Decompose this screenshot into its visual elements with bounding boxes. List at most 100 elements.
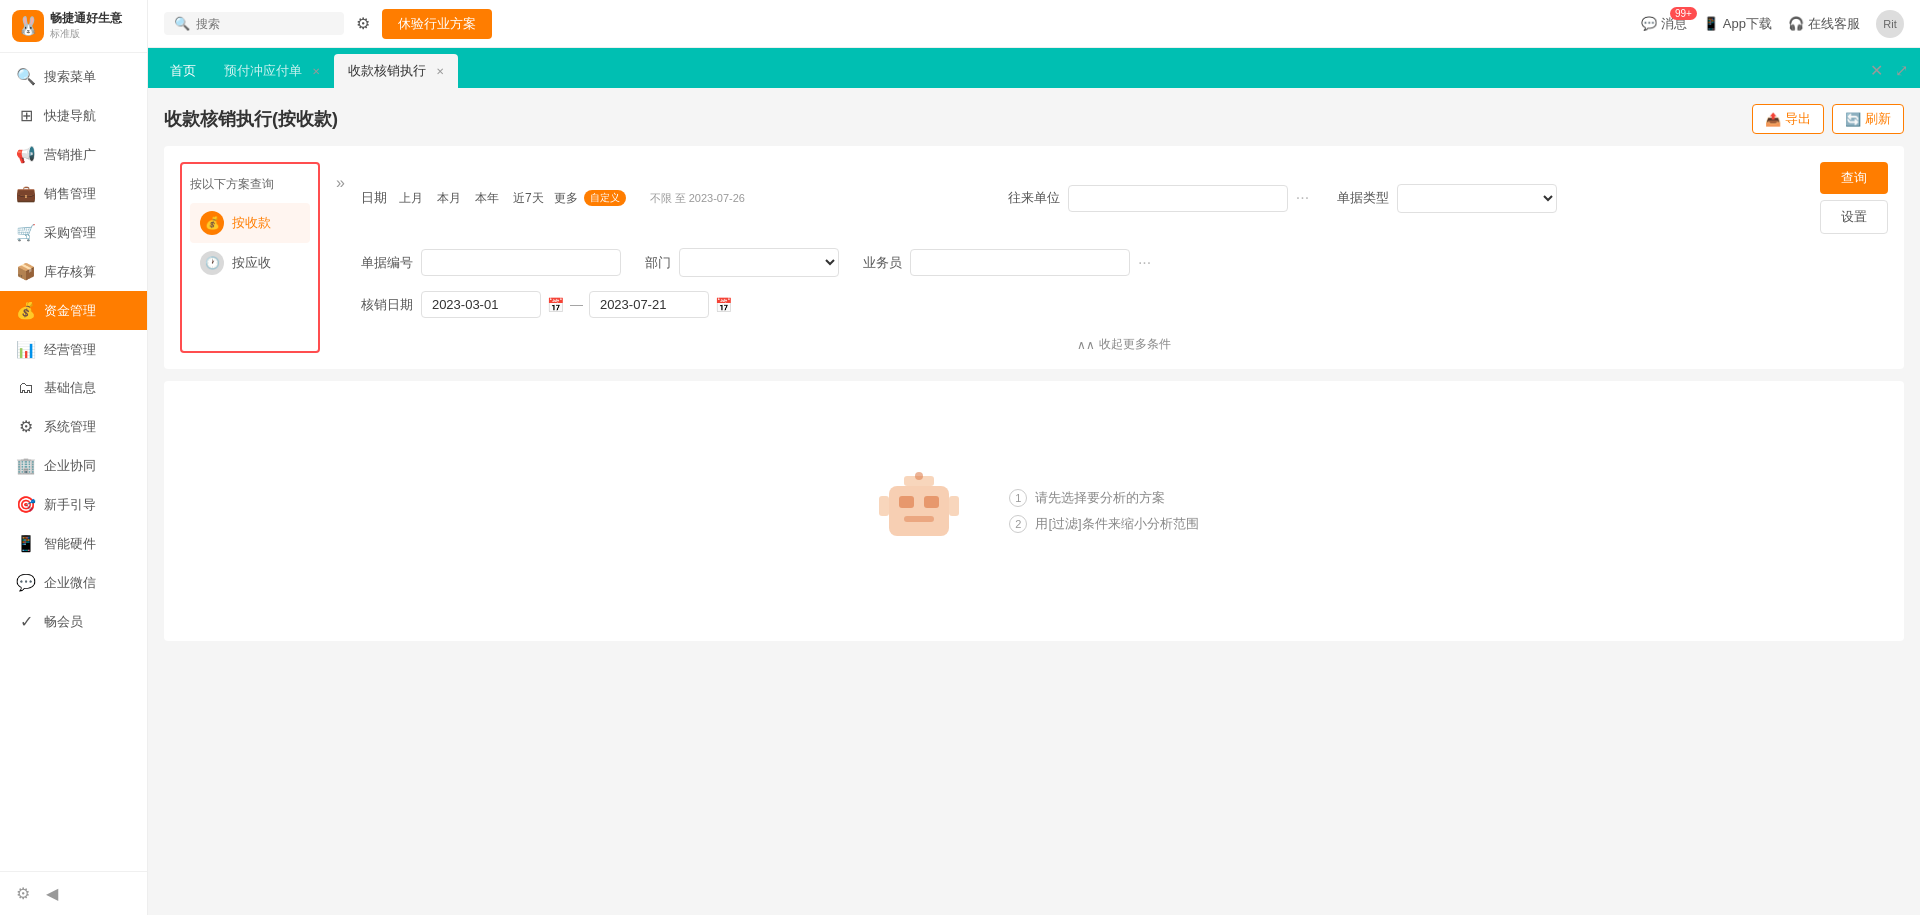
- docno-label: 单据编号: [361, 254, 413, 272]
- sidebar-item-system[interactable]: ⚙ 系统管理: [0, 407, 147, 446]
- verify-date-end-input[interactable]: [589, 291, 709, 318]
- sidebar-item-guide[interactable]: 🎯 新手引导: [0, 485, 147, 524]
- wechat-icon: 💬: [16, 573, 36, 592]
- dept-select[interactable]: [679, 248, 839, 277]
- industry-btn[interactable]: 休验行业方案: [382, 9, 492, 39]
- sidebar-item-member[interactable]: ✓ 畅会员: [0, 602, 147, 641]
- sidebar-item-sales[interactable]: 💼 销售管理: [0, 174, 147, 213]
- filter-option-receivable-label: 按应收: [232, 254, 271, 272]
- sidebar-item-hardware[interactable]: 📱 智能硬件: [0, 524, 147, 563]
- system-icon: ⚙: [16, 417, 36, 436]
- filter-dept-field: 部门: [645, 248, 839, 277]
- guide-icon: 🎯: [16, 495, 36, 514]
- date-more[interactable]: 更多: [554, 190, 578, 207]
- sidebar-item-enterprise[interactable]: 🏢 企业协同: [0, 446, 147, 485]
- setting-btn[interactable]: 设置: [1820, 200, 1888, 234]
- partner-input[interactable]: [1068, 185, 1288, 212]
- empty-step-2: 2 用[过滤]条件来缩小分析范围: [1009, 515, 1198, 533]
- sidebar-item-label-quick: 快捷导航: [44, 107, 96, 125]
- sidebar-item-label-inventory: 库存核算: [44, 263, 96, 281]
- gear-icon[interactable]: ⚙: [356, 14, 370, 33]
- message-btn[interactable]: 💬 消息 99+: [1641, 15, 1687, 33]
- online-service-btn[interactable]: 🎧 在线客服: [1788, 15, 1860, 33]
- collapse-sidebar-icon[interactable]: ◀: [46, 884, 58, 903]
- collapse-more-icon: ∧∧: [1077, 338, 1095, 352]
- date-this-month[interactable]: 本月: [433, 188, 465, 209]
- filter-docno-field: 单据编号: [361, 249, 621, 276]
- enterprise-icon: 🏢: [16, 456, 36, 475]
- logo-area: 🐰 畅捷通好生意 标准版: [0, 0, 147, 53]
- verify-date-label: 核销日期: [361, 296, 413, 314]
- sidebar-item-purchase[interactable]: 🛒 采购管理: [0, 213, 147, 252]
- empty-text-container: 1 请先选择要分析的方案 2 用[过滤]条件来缩小分析范围: [1009, 489, 1198, 533]
- date-custom-badge[interactable]: 自定义: [584, 190, 626, 206]
- filter-sidebar: 按以下方案查询 💰 按收款 🕐 按应收: [180, 162, 320, 353]
- tab-prepay[interactable]: 预付冲应付单 ✕: [210, 54, 334, 88]
- sidebar-item-quick[interactable]: ⊞ 快捷导航: [0, 96, 147, 135]
- verify-date-end-cal-icon[interactable]: 📅: [715, 297, 732, 313]
- user-avatar[interactable]: Rit: [1876, 10, 1904, 38]
- filter-verify-date-field: 核销日期 📅 — 📅: [361, 291, 732, 318]
- verify-date-start-cal-icon[interactable]: 📅: [547, 297, 564, 313]
- filter-option-receipt-icon: 💰: [200, 211, 224, 235]
- app-download-btn[interactable]: 📱 App下载: [1703, 15, 1772, 33]
- sidebar-item-inventory[interactable]: 📦 库存核算: [0, 252, 147, 291]
- user-name: Rit: [1883, 18, 1896, 30]
- doctype-select[interactable]: [1397, 184, 1557, 213]
- app-title: 畅捷通好生意: [50, 11, 122, 27]
- tab-verify-close[interactable]: ✕: [436, 66, 444, 77]
- sidebar-item-label-operation: 经营管理: [44, 341, 96, 359]
- date-this-year[interactable]: 本年: [471, 188, 503, 209]
- staff-input[interactable]: [910, 249, 1130, 276]
- export-btn[interactable]: 📤 导出: [1752, 104, 1824, 134]
- refresh-btn[interactable]: 🔄 刷新: [1832, 104, 1904, 134]
- message-badge: 99+: [1670, 7, 1697, 20]
- search-input[interactable]: [196, 17, 334, 31]
- robot-svg: [869, 461, 969, 561]
- sales-icon: 💼: [16, 184, 36, 203]
- collapse-more-btn[interactable]: ∧∧ 收起更多条件: [361, 336, 1888, 353]
- filter-staff-field: 业务员 ···: [863, 249, 1155, 276]
- sidebar-item-operation[interactable]: 📊 经营管理: [0, 330, 147, 369]
- page-title: 收款核销执行(按收款): [164, 107, 338, 131]
- filter-date-field: 日期 上月 本月 本年 近7天 更多 自定义: [361, 188, 626, 209]
- sidebar-item-label-wechat: 企业微信: [44, 574, 96, 592]
- empty-content: 1 请先选择要分析的方案 2 用[过滤]条件来缩小分析范围: [869, 461, 1198, 561]
- page-header: 收款核销执行(按收款) 📤 导出 🔄 刷新: [164, 104, 1904, 134]
- tab-close-all-btn[interactable]: ✕: [1866, 57, 1887, 84]
- sidebar-item-marketing[interactable]: 📢 营销推广: [0, 135, 147, 174]
- filter-option-by-receipt[interactable]: 💰 按收款: [190, 203, 310, 243]
- app-download-label: App下载: [1723, 15, 1772, 33]
- sidebar-item-search[interactable]: 🔍 搜索菜单: [0, 57, 147, 96]
- sidebar-item-label-marketing: 营销推广: [44, 146, 96, 164]
- empty-illustration: [869, 461, 969, 561]
- content-area: 收款核销执行(按收款) 📤 导出 🔄 刷新 按以下方案查询 💰 按收款: [148, 88, 1920, 915]
- date-7days[interactable]: 近7天: [509, 188, 548, 209]
- date-last-month[interactable]: 上月: [395, 188, 427, 209]
- sidebar-item-basic[interactable]: 🗂 基础信息: [0, 369, 147, 407]
- settings-icon[interactable]: ⚙: [16, 884, 30, 903]
- query-btn-group: 查询 设置: [1820, 162, 1888, 234]
- sidebar-item-wechat[interactable]: 💬 企业微信: [0, 563, 147, 602]
- docno-input[interactable]: [421, 249, 621, 276]
- tab-home[interactable]: 首页: [156, 54, 210, 88]
- tab-prepay-close[interactable]: ✕: [312, 66, 320, 77]
- inventory-icon: 📦: [16, 262, 36, 281]
- tab-fullscreen-btn[interactable]: ⤢: [1891, 57, 1912, 84]
- filter-collapse-btn[interactable]: »: [332, 170, 349, 196]
- sidebar-item-label-member: 畅会员: [44, 613, 83, 631]
- partner-dots-btn[interactable]: ···: [1292, 189, 1313, 207]
- partner-label: 往来单位: [1008, 189, 1060, 207]
- filter-panel: 按以下方案查询 💰 按收款 🕐 按应收 » 日期: [164, 146, 1904, 369]
- svg-point-7: [915, 472, 923, 480]
- staff-dots-btn[interactable]: ···: [1134, 254, 1155, 272]
- dept-label: 部门: [645, 254, 671, 272]
- export-label: 导出: [1785, 110, 1811, 128]
- sidebar-item-finance[interactable]: 💰 资金管理: [0, 291, 147, 330]
- topbar-search-box[interactable]: 🔍: [164, 12, 344, 35]
- query-btn[interactable]: 查询: [1820, 162, 1888, 194]
- filter-option-by-receivable[interactable]: 🕐 按应收: [190, 243, 310, 283]
- verify-date-start-input[interactable]: [421, 291, 541, 318]
- step-2-text: 用[过滤]条件来缩小分析范围: [1035, 515, 1198, 533]
- tab-verify[interactable]: 收款核销执行 ✕: [334, 54, 458, 88]
